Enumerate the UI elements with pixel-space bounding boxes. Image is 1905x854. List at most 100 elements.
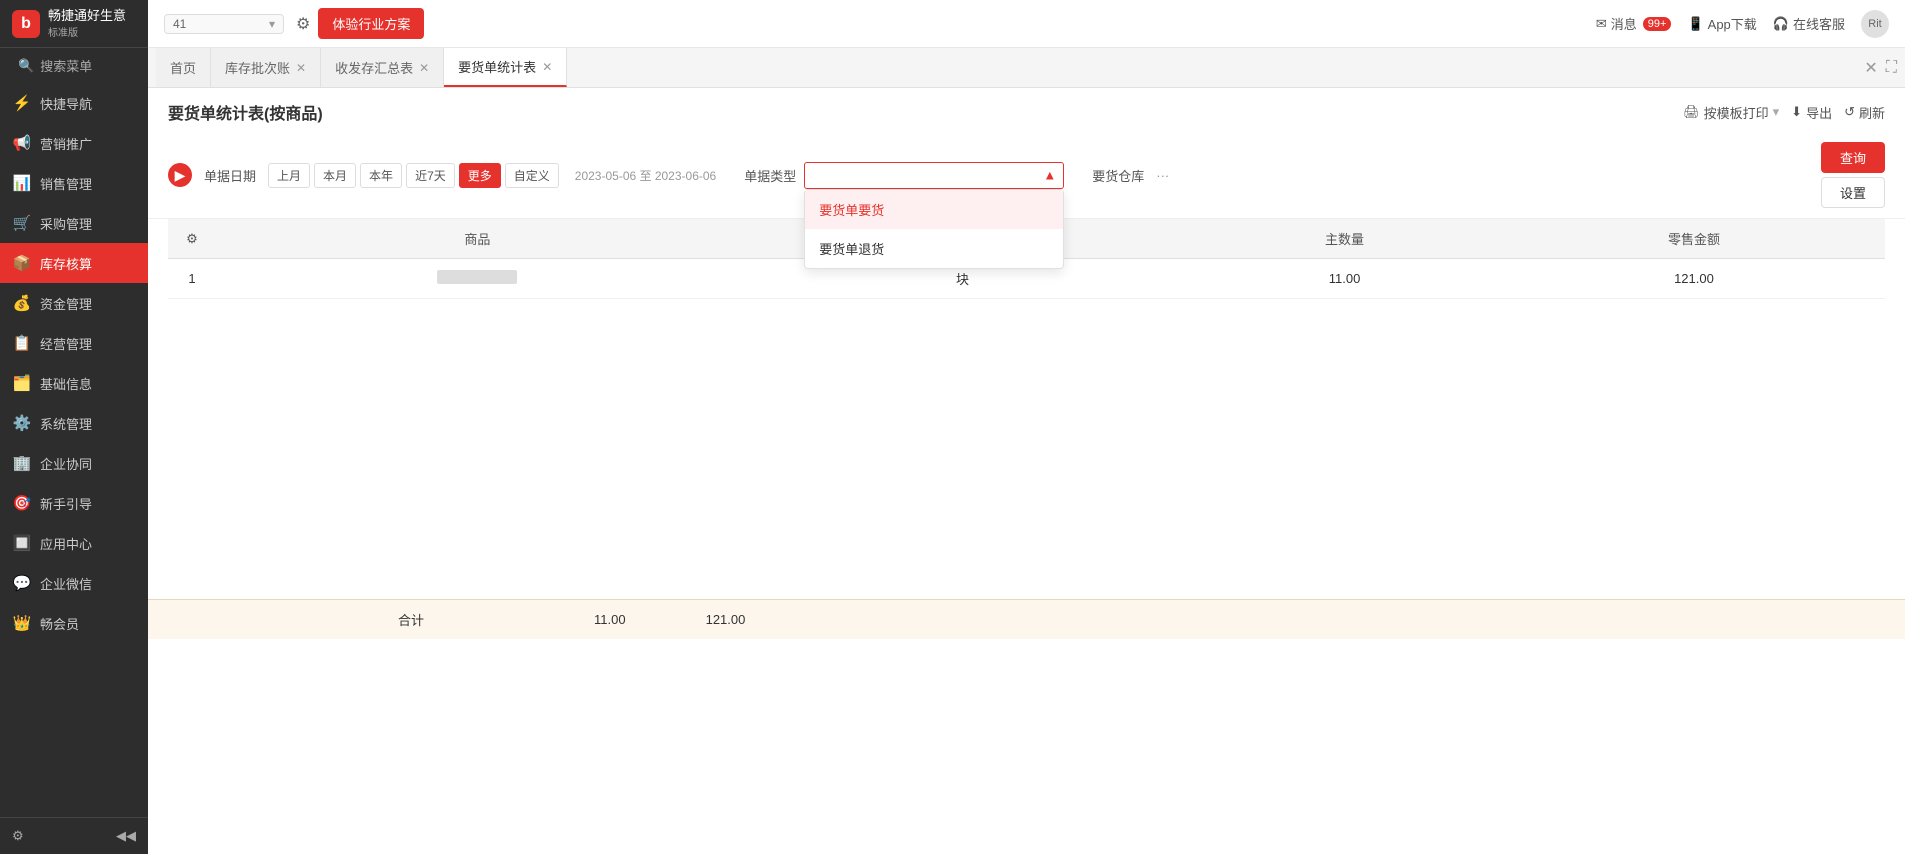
user-avatar[interactable]: Rit xyxy=(1861,10,1889,38)
inventory-icon: 📦 xyxy=(12,253,32,273)
settings-icon[interactable]: ⚙ xyxy=(12,828,24,844)
export-icon: ⬇ xyxy=(1791,104,1802,120)
main-area: 41 ▾ ⚙ 体验行业方案 ✉ 消息 99+ 📱 App下载 🎧 在线客服 Ri… xyxy=(148,0,1905,854)
online-service-item[interactable]: 🎧 在线客服 xyxy=(1773,14,1845,33)
topbar-right: ✉ 消息 99+ 📱 App下载 🎧 在线客服 Rit xyxy=(1596,10,1889,38)
sidebar-item-guide[interactable]: 🎯 新手引导 xyxy=(0,483,148,523)
type-select-arrow[interactable]: ▲ xyxy=(1043,168,1056,183)
date-btn-custom[interactable]: 自定义 xyxy=(505,163,559,188)
sidebar-item-label: 营销推广 xyxy=(40,134,92,153)
footer-amount: 121.00 xyxy=(706,612,746,627)
print-action[interactable]: 🖨 按模板打印 ▾ xyxy=(1683,103,1779,122)
guide-icon: 🎯 xyxy=(12,493,32,513)
date-btn-more[interactable]: 更多 xyxy=(459,163,501,188)
col-settings[interactable]: ⚙ xyxy=(168,219,216,259)
quick-nav-icon: ⚡ xyxy=(12,93,32,113)
sidebar-item-label: 新手引导 xyxy=(40,494,92,513)
tab-close-icon[interactable]: ✕ xyxy=(542,60,552,74)
purchase-icon: 🛒 xyxy=(12,213,32,233)
sidebar-item-basics[interactable]: 🗂️ 基础信息 xyxy=(0,363,148,403)
sidebar-item-inventory[interactable]: 📦 库存核算 xyxy=(0,243,148,283)
sidebar-item-sales[interactable]: 📊 销售管理 xyxy=(0,163,148,203)
tab-home-label: 首页 xyxy=(170,58,196,77)
cell-seq: 1 xyxy=(168,259,216,299)
date-label: 单据日期 xyxy=(204,166,256,185)
date-btn-this-month[interactable]: 本月 xyxy=(314,163,356,188)
sidebar-item-marketing[interactable]: 📢 营销推广 xyxy=(0,123,148,163)
footer-label: 合计 xyxy=(398,610,424,629)
sidebar-item-member[interactable]: 👑 畅会员 xyxy=(0,603,148,643)
refresh-icon: ↺ xyxy=(1844,104,1855,120)
operations-icon: 📋 xyxy=(12,333,32,353)
sidebar-item-quick-nav[interactable]: ⚡ 快捷导航 xyxy=(0,83,148,123)
sidebar-search-label: 搜索菜单 xyxy=(40,56,92,75)
expand-icon: ▶ xyxy=(175,167,186,184)
date-btn-this-year[interactable]: 本年 xyxy=(360,163,402,188)
warehouse-dots[interactable]: ··· xyxy=(1156,168,1169,183)
topbar-settings-icon[interactable]: ⚙ xyxy=(296,14,310,34)
col-qty: 主数量 xyxy=(1186,219,1503,259)
avatar-text: Rit xyxy=(1868,18,1881,30)
tab-home[interactable]: 首页 xyxy=(156,48,211,87)
table-empty-space xyxy=(148,299,1905,599)
sidebar-item-finance[interactable]: 💰 资金管理 xyxy=(0,283,148,323)
sidebar-item-purchase[interactable]: 🛒 采购管理 xyxy=(0,203,148,243)
marketing-icon: 📢 xyxy=(12,133,32,153)
content-area: 要货单统计表(按商品) 🖨 按模板打印 ▾ ⬇ 导出 ↺ 刷新 xyxy=(148,88,1905,854)
sidebar-item-label: 基础信息 xyxy=(40,374,92,393)
tab-receivables[interactable]: 收发存汇总表 ✕ xyxy=(321,48,444,87)
headset-icon: 🎧 xyxy=(1773,16,1789,32)
dropdown-item-label: 要货单要货 xyxy=(819,203,884,218)
sidebar-item-appstore[interactable]: 🔲 应用中心 xyxy=(0,523,148,563)
sidebar-item-enterprise[interactable]: 🏢 企业协同 xyxy=(0,443,148,483)
app-download-item[interactable]: 📱 App下载 xyxy=(1687,14,1756,33)
member-icon: 👑 xyxy=(12,613,32,633)
app-logo-icon: b xyxy=(12,10,40,38)
tab-close-icon[interactable]: ✕ xyxy=(419,61,429,75)
date-btn-last-month[interactable]: 上月 xyxy=(268,163,310,188)
dropdown-item-require-return[interactable]: 要货单退货 xyxy=(805,229,1063,268)
messages-item[interactable]: ✉ 消息 99+ xyxy=(1596,14,1672,33)
sidebar-item-operations[interactable]: 📋 经营管理 xyxy=(0,323,148,363)
sidebar-bottom: ⚙ ◀◀ xyxy=(0,817,148,854)
sidebar-search[interactable]: 🔍 搜索菜单 xyxy=(0,48,148,83)
export-action[interactable]: ⬇ 导出 xyxy=(1791,103,1832,122)
filter-expand-button[interactable]: ▶ xyxy=(168,163,192,187)
query-button[interactable]: 查询 xyxy=(1821,142,1885,173)
topbar-input-value: 41 xyxy=(173,17,186,31)
cell-product xyxy=(216,259,739,299)
message-icon: ✉ xyxy=(1596,16,1607,32)
collapse-icon[interactable]: ◀◀ xyxy=(116,828,136,844)
set-button[interactable]: 设置 xyxy=(1821,177,1885,208)
tab-inventory-batch[interactable]: 库存批次账 ✕ xyxy=(211,48,321,87)
tab-close-icon[interactable]: ✕ xyxy=(296,61,306,75)
sidebar-item-system[interactable]: ⚙️ 系统管理 xyxy=(0,403,148,443)
messages-label: 消息 xyxy=(1611,14,1637,33)
type-label: 单据类型 xyxy=(744,166,796,185)
topbar-left: 41 ▾ ⚙ 体验行业方案 xyxy=(164,8,424,39)
table-footer: 合计 11.00 121.00 xyxy=(148,599,1905,639)
print-icon: 🖨 xyxy=(1683,104,1700,120)
date-btn-7days[interactable]: 近7天 xyxy=(406,163,455,188)
warehouse-label: 要货仓库 xyxy=(1092,166,1144,185)
sidebar-item-label: 系统管理 xyxy=(40,414,92,433)
trial-button[interactable]: 体验行业方案 xyxy=(318,8,424,39)
topbar-input-wrap: 41 ▾ xyxy=(164,14,284,34)
tab-order-stats[interactable]: 要货单统计表 ✕ xyxy=(444,48,567,87)
sales-icon: 📊 xyxy=(12,173,32,193)
topbar-dropdown-arrow[interactable]: ▾ xyxy=(269,17,275,31)
phone-icon: 📱 xyxy=(1687,16,1703,32)
sidebar-item-label: 销售管理 xyxy=(40,174,92,193)
sidebar-item-label: 快捷导航 xyxy=(40,94,92,113)
sidebar-logo: b 畅捷通好生意 标准版 xyxy=(0,0,148,48)
sidebar-item-label: 企业协同 xyxy=(40,454,92,473)
type-select-input[interactable] xyxy=(804,162,1064,189)
tab-expand-icon[interactable]: ⛶ xyxy=(1886,59,1897,77)
sidebar-item-label: 库存核算 xyxy=(40,254,92,273)
refresh-action[interactable]: ↺ 刷新 xyxy=(1844,103,1885,122)
sidebar-item-wechat[interactable]: 💬 企业微信 xyxy=(0,563,148,603)
dropdown-item-require-goods[interactable]: 要货单要货 xyxy=(805,190,1063,229)
enterprise-icon: 🏢 xyxy=(12,453,32,473)
basics-icon: 🗂️ xyxy=(12,373,32,393)
tab-close-all-icon[interactable]: ✕ xyxy=(1864,58,1877,78)
